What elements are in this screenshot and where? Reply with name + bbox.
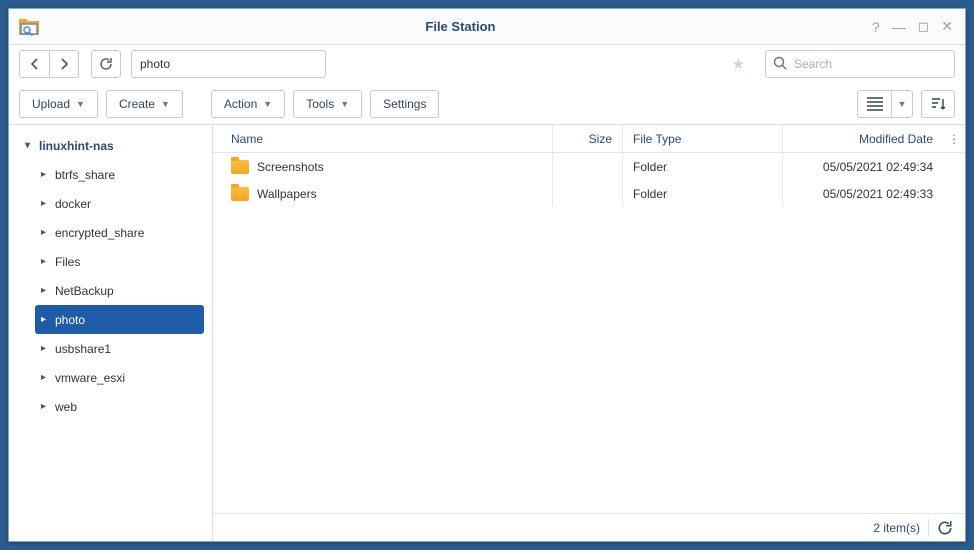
view-dropdown-button[interactable]: ▼ <box>891 90 913 118</box>
file-type: Folder <box>623 180 783 207</box>
sidebar-item-label: encrypted_share <box>55 226 144 240</box>
table-row[interactable]: Wallpapers Folder05/05/2021 02:49:33 <box>213 180 965 207</box>
sidebar-item-web[interactable]: ▸web <box>35 392 204 421</box>
column-type[interactable]: File Type <box>623 125 783 152</box>
action-button[interactable]: Action▼ <box>211 90 285 118</box>
sidebar-item-btrfs_share[interactable]: ▸btrfs_share <box>35 160 204 189</box>
sidebar-item-netbackup[interactable]: ▸NetBackup <box>35 276 204 305</box>
chevron-right-icon: ▸ <box>41 285 55 296</box>
chevron-right-icon: ▸ <box>41 401 55 412</box>
sidebar-item-label: photo <box>55 313 85 327</box>
back-button[interactable] <box>19 50 49 78</box>
folder-icon <box>231 160 249 174</box>
column-date[interactable]: Modified Date <box>783 125 943 152</box>
file-station-window: File Station ? — ◻ ✕ ★ <box>8 8 966 542</box>
favorite-star-icon[interactable]: ★ <box>732 55 745 73</box>
window-title: File Station <box>49 19 872 34</box>
sidebar-item-label: usbshare1 <box>55 342 111 356</box>
item-count: 2 item(s) <box>873 521 920 535</box>
file-size <box>553 180 623 207</box>
sort-icon <box>930 97 946 111</box>
path-input[interactable] <box>131 50 326 78</box>
chevron-down-icon: ▾ <box>25 140 39 151</box>
chevron-left-icon <box>30 58 40 70</box>
reload-button[interactable] <box>91 50 121 78</box>
list-icon <box>867 97 883 111</box>
file-name: Wallpapers <box>257 187 317 201</box>
sidebar-item-label: NetBackup <box>55 284 114 298</box>
app-icon <box>17 15 41 39</box>
maximize-icon[interactable]: ◻ <box>918 18 930 35</box>
file-list: Name Size File Type Modified Date ⋮ Scre… <box>213 125 965 541</box>
create-button[interactable]: Create▼ <box>106 90 183 118</box>
column-name[interactable]: Name <box>213 125 553 152</box>
reload-icon <box>99 57 113 71</box>
tree-root[interactable]: ▾ linuxhint-nas <box>17 131 212 160</box>
file-date: 05/05/2021 02:49:34 <box>783 153 943 180</box>
table-row[interactable]: Screenshots Folder05/05/2021 02:49:34 <box>213 153 965 180</box>
sidebar-item-label: Files <box>55 255 80 269</box>
upload-button[interactable]: Upload▼ <box>19 90 98 118</box>
chevron-right-icon: ▸ <box>41 198 55 209</box>
sidebar-item-vmware_esxi[interactable]: ▸vmware_esxi <box>35 363 204 392</box>
folder-icon <box>231 187 249 201</box>
column-menu-icon[interactable]: ⋮ <box>943 132 965 146</box>
view-list-button[interactable] <box>857 90 891 118</box>
sidebar-item-encrypted_share[interactable]: ▸encrypted_share <box>35 218 204 247</box>
sidebar: ▾ linuxhint-nas ▸btrfs_share▸docker▸encr… <box>9 125 213 541</box>
chevron-right-icon: ▸ <box>41 343 55 354</box>
chevron-right-icon <box>59 58 69 70</box>
file-date: 05/05/2021 02:49:33 <box>783 180 943 207</box>
help-icon[interactable]: ? <box>872 19 880 35</box>
search-input[interactable] <box>765 50 955 78</box>
forward-button[interactable] <box>49 50 79 78</box>
sidebar-item-files[interactable]: ▸Files <box>35 247 204 276</box>
column-headers: Name Size File Type Modified Date ⋮ <box>213 125 965 153</box>
sort-button[interactable] <box>921 90 955 118</box>
settings-button[interactable]: Settings <box>370 90 439 118</box>
file-size <box>553 153 623 180</box>
statusbar-reload-button[interactable] <box>937 520 953 536</box>
sidebar-item-label: vmware_esxi <box>55 371 125 385</box>
close-icon[interactable]: ✕ <box>941 18 953 35</box>
sidebar-item-label: btrfs_share <box>55 168 115 182</box>
chevron-right-icon: ▸ <box>41 169 55 180</box>
toolbar: Upload▼ Create▼ Action▼ Tools▼ Settings … <box>9 83 965 125</box>
chevron-right-icon: ▸ <box>41 256 55 267</box>
reload-icon <box>937 520 953 536</box>
sidebar-item-photo[interactable]: ▸photo <box>35 305 204 334</box>
sidebar-item-label: docker <box>55 197 91 211</box>
chevron-right-icon: ▸ <box>41 314 55 325</box>
file-type: Folder <box>623 153 783 180</box>
chevron-right-icon: ▸ <box>41 372 55 383</box>
statusbar: 2 item(s) <box>213 513 965 541</box>
tools-button[interactable]: Tools▼ <box>293 90 362 118</box>
column-size[interactable]: Size <box>553 125 623 152</box>
search-icon <box>773 56 787 70</box>
navbar: ★ <box>9 45 965 83</box>
chevron-right-icon: ▸ <box>41 227 55 238</box>
sidebar-item-label: web <box>55 400 77 414</box>
file-name: Screenshots <box>257 160 324 174</box>
tree-root-label: linuxhint-nas <box>39 139 114 153</box>
titlebar: File Station ? — ◻ ✕ <box>9 9 965 45</box>
sidebar-item-docker[interactable]: ▸docker <box>35 189 204 218</box>
sidebar-item-usbshare1[interactable]: ▸usbshare1 <box>35 334 204 363</box>
minimize-icon[interactable]: — <box>892 19 906 35</box>
